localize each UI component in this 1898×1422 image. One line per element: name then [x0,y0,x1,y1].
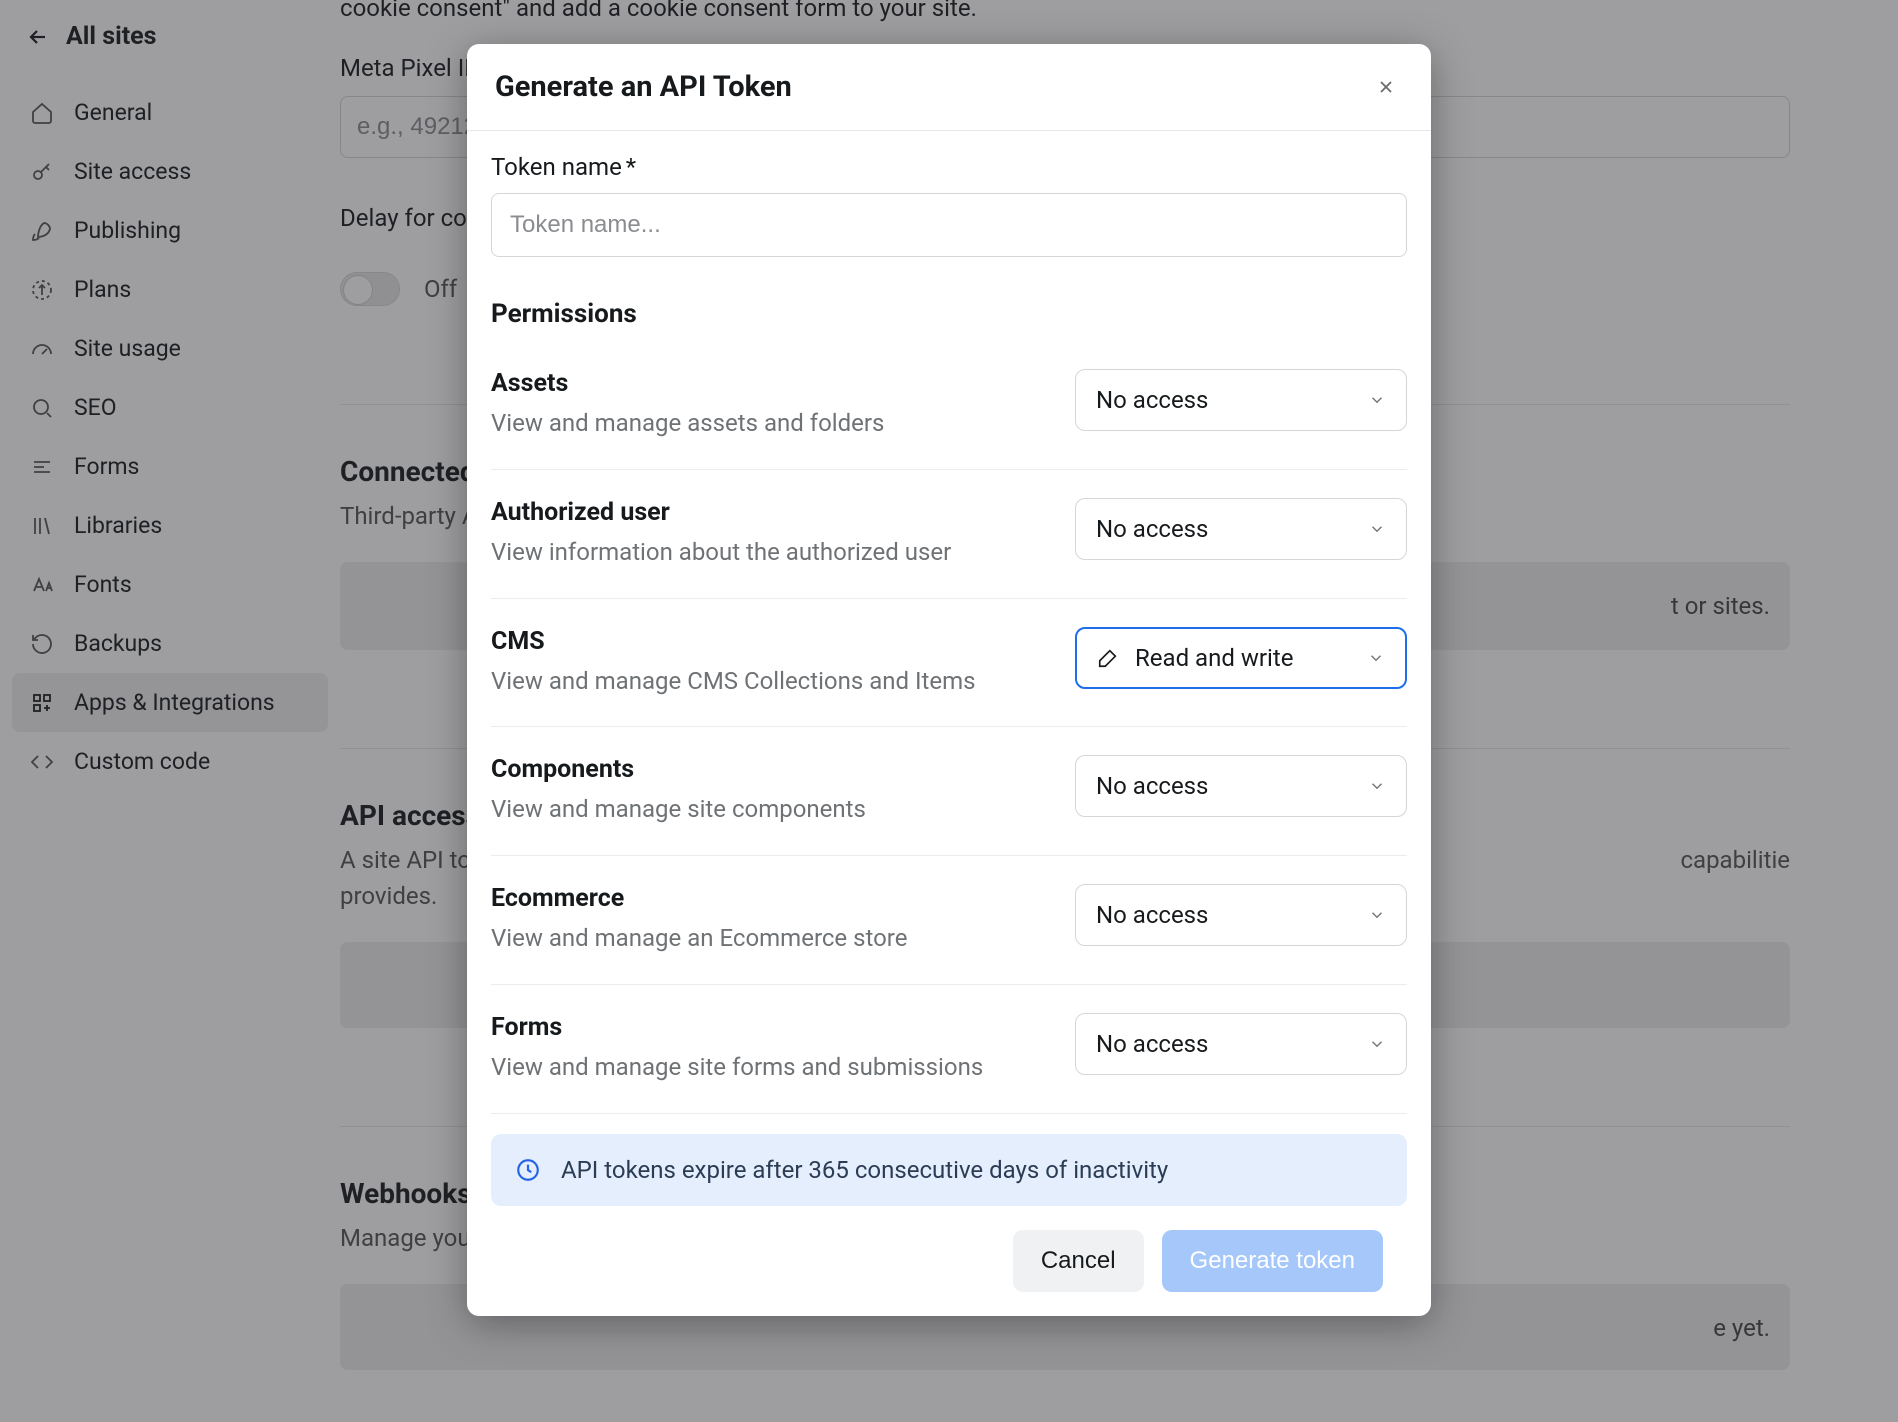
chevron-down-icon [1368,1035,1386,1053]
close-icon [1376,77,1396,97]
permission-desc: View and manage site components [491,792,866,827]
permission-row-ecommerce: Ecommerce View and manage an Ecommerce s… [491,856,1407,985]
token-name-label: Token name* [491,153,1407,181]
chevron-down-icon [1367,649,1385,667]
permission-name: CMS [491,627,976,656]
pencil-icon [1097,647,1119,669]
modal-overlay[interactable]: Generate an API Token Token name* Permis… [0,0,1898,1422]
permission-value: Read and write [1135,644,1293,672]
permission-name: Ecommerce [491,884,907,913]
chevron-down-icon [1368,777,1386,795]
close-button[interactable] [1369,70,1403,104]
permission-desc: View and manage an Ecommerce store [491,921,907,956]
permission-value: No access [1096,515,1208,543]
generate-token-button[interactable]: Generate token [1162,1230,1383,1292]
permission-row-components: Components View and manage site componen… [491,727,1407,856]
permission-name: Assets [491,369,884,398]
permission-select-cms[interactable]: Read and write [1075,627,1407,689]
permission-value: No access [1096,386,1208,414]
expiry-text: API tokens expire after 365 consecutive … [561,1156,1168,1184]
chevron-down-icon [1368,906,1386,924]
token-name-input[interactable] [491,193,1407,257]
modal-footer: Cancel Generate token [491,1206,1407,1316]
permission-row-forms: Forms View and manage site forms and sub… [491,985,1407,1114]
permission-select-assets[interactable]: No access [1075,369,1407,431]
permission-select-ecommerce[interactable]: No access [1075,884,1407,946]
permission-row-assets: Assets View and manage assets and folder… [491,341,1407,470]
permission-row-cms: CMS View and manage CMS Collections and … [491,599,1407,728]
expiry-banner: API tokens expire after 365 consecutive … [491,1134,1407,1206]
permission-desc: View and manage assets and folders [491,406,884,441]
permission-name: Forms [491,1013,983,1042]
permission-name: Components [491,755,866,784]
generate-api-token-modal: Generate an API Token Token name* Permis… [467,44,1431,1316]
chevron-down-icon [1368,391,1386,409]
permission-value: No access [1096,1030,1208,1058]
modal-header: Generate an API Token [467,44,1431,131]
chevron-down-icon [1368,520,1386,538]
modal-title: Generate an API Token [495,70,792,104]
permission-desc: View and manage CMS Collections and Item… [491,664,976,699]
permission-select-components[interactable]: No access [1075,755,1407,817]
permissions-heading: Permissions [491,299,1407,329]
permission-desc: View information about the authorized us… [491,535,951,570]
permission-row-authorized-user: Authorized user View information about t… [491,470,1407,599]
clock-icon [515,1157,541,1183]
permission-select-authorized-user[interactable]: No access [1075,498,1407,560]
modal-body: Token name* Permissions Assets View and … [467,131,1431,1316]
permission-select-forms[interactable]: No access [1075,1013,1407,1075]
permission-value: No access [1096,772,1208,800]
permission-desc: View and manage site forms and submissio… [491,1050,983,1085]
cancel-button[interactable]: Cancel [1013,1230,1144,1292]
permission-value: No access [1096,901,1208,929]
permission-name: Authorized user [491,498,951,527]
